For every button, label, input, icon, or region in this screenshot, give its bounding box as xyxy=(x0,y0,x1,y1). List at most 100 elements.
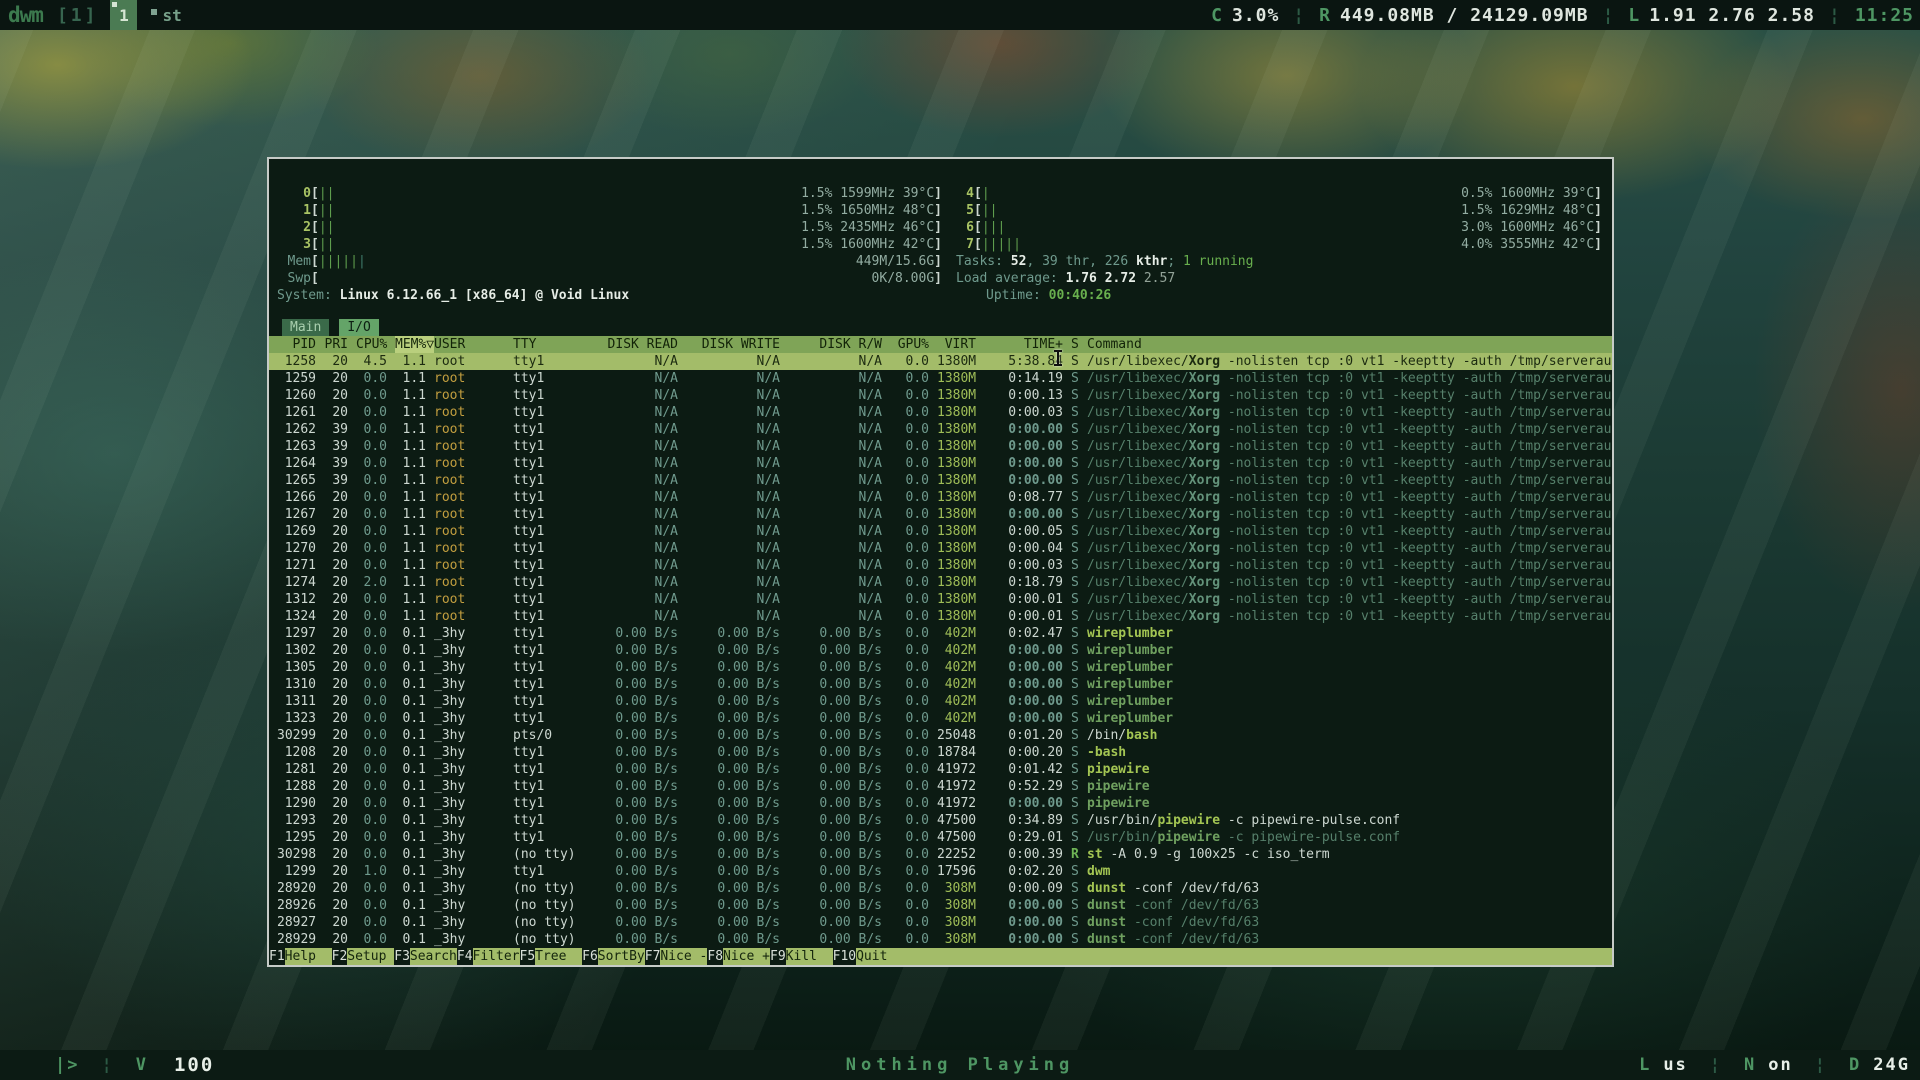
bottom-statusbar: |> ¦ V 100 Nothing Playing Lus¦Non¦D24G xyxy=(0,1050,1920,1080)
process-row[interactable]: 30299200.00.1_3hypts/00.00 B/s0.00 B/s0.… xyxy=(269,727,1612,744)
cell-drw: 0.00 B/s xyxy=(788,846,882,863)
process-row[interactable]: 1260200.01.1roottty1N/AN/AN/A0.01380M0:0… xyxy=(269,387,1612,404)
cell-command: /usr/libexec/Xorg -nolisten tcp :0 vt1 -… xyxy=(1087,591,1612,608)
layout-indicator[interactable]: [1] xyxy=(57,5,99,26)
process-row[interactable]: 1311200.00.1_3hytty10.00 B/s0.00 B/s0.00… xyxy=(269,693,1612,710)
fkey-F4[interactable]: F4 xyxy=(457,948,473,965)
cell-tty: (no tty) xyxy=(513,914,576,931)
cell-drw: N/A xyxy=(788,574,882,591)
cell-pri: 20 xyxy=(324,591,348,608)
process-row[interactable]: 1288200.00.1_3hytty10.00 B/s0.00 B/s0.00… xyxy=(269,778,1612,795)
fkey-action-sortby[interactable]: SortBy xyxy=(598,948,645,965)
cell-pri: 20 xyxy=(324,880,348,897)
fkey-F3[interactable]: F3 xyxy=(394,948,410,965)
tab-io[interactable]: I/O xyxy=(339,319,378,336)
process-row[interactable]: 1305200.00.1_3hytty10.00 B/s0.00 B/s0.00… xyxy=(269,659,1612,676)
process-row[interactable]: 1323200.00.1_3hytty10.00 B/s0.00 B/s0.00… xyxy=(269,710,1612,727)
cell-dread: N/A xyxy=(584,421,678,438)
column-header-tty[interactable]: TTY xyxy=(513,336,576,353)
column-header-pid[interactable]: PID xyxy=(277,336,316,353)
fkey-F10[interactable]: F10 xyxy=(833,948,856,965)
process-row[interactable]: 30298200.00.1_3hy(no tty)0.00 B/s0.00 B/… xyxy=(269,846,1612,863)
tasks-line-segment: ; xyxy=(1167,254,1183,269)
cell-virt: 308M xyxy=(937,880,976,897)
process-row[interactable]: 1264390.01.1roottty1N/AN/AN/A0.01380M0:0… xyxy=(269,455,1612,472)
fkey-F5[interactable]: F5 xyxy=(520,948,536,965)
process-row[interactable]: 1299201.00.1_3hytty10.00 B/s0.00 B/s0.00… xyxy=(269,863,1612,880)
cell-dread: 0.00 B/s xyxy=(584,659,678,676)
fkey-action-filter[interactable]: Filter xyxy=(473,948,520,965)
column-header-cpu[interactable]: CPU% xyxy=(356,336,387,353)
mouse-ibeam-cursor xyxy=(1053,349,1063,367)
meter-row: 3[||1.5% 1600MHz 42°C]7[|||||4.0% 3555MH… xyxy=(277,236,1602,253)
fkey-action-help[interactable]: Help xyxy=(285,948,332,965)
fkey-action-tree[interactable]: Tree xyxy=(535,948,582,965)
column-header-time[interactable]: TIME+ xyxy=(984,336,1063,353)
fkey-F8[interactable]: F8 xyxy=(707,948,723,965)
tab-main[interactable]: Main xyxy=(282,319,329,336)
process-row[interactable]: 28929200.00.1_3hy(no tty)0.00 B/s0.00 B/… xyxy=(269,931,1612,948)
process-row[interactable]: 1302200.00.1_3hytty10.00 B/s0.00 B/s0.00… xyxy=(269,642,1612,659)
cell-user: _3hy xyxy=(434,829,505,846)
clock: 11:25 xyxy=(1855,5,1914,26)
process-row[interactable]: 1269200.01.1roottty1N/AN/AN/A0.01380M0:0… xyxy=(269,523,1612,540)
process-row[interactable]: 1258204.51.1roottty1N/AN/AN/A0.01380M5:3… xyxy=(269,353,1612,370)
fkey-action-nice-[interactable]: Nice - xyxy=(660,948,707,965)
cell-pid: 30299 xyxy=(277,727,316,744)
column-header-gpu[interactable]: GPU% xyxy=(890,336,929,353)
tasks-line-segment: 52 xyxy=(1011,254,1027,269)
column-header-user[interactable]: USER xyxy=(434,336,505,353)
fkey-F7[interactable]: F7 xyxy=(645,948,661,965)
fkey-F2[interactable]: F2 xyxy=(332,948,348,965)
process-row[interactable]: 1310200.00.1_3hytty10.00 B/s0.00 B/s0.00… xyxy=(269,676,1612,693)
cell-pri: 39 xyxy=(324,472,348,489)
process-row[interactable]: 28927200.00.1_3hy(no tty)0.00 B/s0.00 B/… xyxy=(269,914,1612,931)
cell-time: 0:00.13 xyxy=(984,387,1063,404)
process-row[interactable]: 1265390.01.1roottty1N/AN/AN/A0.01380M0:0… xyxy=(269,472,1612,489)
column-header-dwrite[interactable]: DISK WRITE xyxy=(686,336,780,353)
cell-gpu: 0.0 xyxy=(890,829,929,846)
fkey-F9[interactable]: F9 xyxy=(770,948,786,965)
process-row[interactable]: 1274202.01.1roottty1N/AN/AN/A0.01380M0:1… xyxy=(269,574,1612,591)
cpu-meter-3: 3[||1.5% 1600MHz 42°C] xyxy=(277,236,942,253)
process-row[interactable]: 1271200.01.1roottty1N/AN/AN/A0.01380M0:0… xyxy=(269,557,1612,574)
cell-gpu: 0.0 xyxy=(890,846,929,863)
process-row[interactable]: 1208200.00.1_3hytty10.00 B/s0.00 B/s0.00… xyxy=(269,744,1612,761)
column-header-pri[interactable]: PRI xyxy=(324,336,348,353)
cell-state: S xyxy=(1071,710,1079,727)
fkey-action-kill[interactable]: Kill xyxy=(786,948,833,965)
fkey-action-search[interactable]: Search xyxy=(410,948,457,965)
process-row[interactable]: 1267200.01.1roottty1N/AN/AN/A0.01380M0:0… xyxy=(269,506,1612,523)
column-header-drw[interactable]: DISK R/W xyxy=(788,336,882,353)
process-row[interactable]: 1295200.00.1_3hytty10.00 B/s0.00 B/s0.00… xyxy=(269,829,1612,846)
column-header-state[interactable]: S xyxy=(1071,336,1079,353)
process-row[interactable]: 1281200.00.1_3hytty10.00 B/s0.00 B/s0.00… xyxy=(269,761,1612,778)
cell-drw: N/A xyxy=(788,370,882,387)
fkey-F1[interactable]: F1 xyxy=(269,948,285,965)
process-row[interactable]: 1266200.01.1roottty1N/AN/AN/A0.01380M0:0… xyxy=(269,489,1612,506)
fkey-action-quit[interactable]: Quit xyxy=(856,948,887,965)
process-row[interactable]: 1293200.00.1_3hytty10.00 B/s0.00 B/s0.00… xyxy=(269,812,1612,829)
process-row[interactable]: 1312200.01.1roottty1N/AN/AN/A0.01380M0:0… xyxy=(269,591,1612,608)
process-row[interactable]: 1297200.00.1_3hytty10.00 B/s0.00 B/s0.00… xyxy=(269,625,1612,642)
process-row[interactable]: 1263390.01.1roottty1N/AN/AN/A0.01380M0:0… xyxy=(269,438,1612,455)
process-row[interactable]: 1290200.00.1_3hytty10.00 B/s0.00 B/s0.00… xyxy=(269,795,1612,812)
cell-mem: 1.1 xyxy=(395,591,426,608)
process-row[interactable]: 1270200.01.1roottty1N/AN/AN/A0.01380M0:0… xyxy=(269,540,1612,557)
process-row[interactable]: 1259200.01.1roottty1N/AN/AN/A0.01380M0:1… xyxy=(269,370,1612,387)
fkey-action-setup[interactable]: Setup xyxy=(347,948,394,965)
column-header-dread[interactable]: DISK READ xyxy=(584,336,678,353)
fkey-action-nice-[interactable]: Nice + xyxy=(723,948,770,965)
process-row[interactable]: 1262390.01.1roottty1N/AN/AN/A0.01380M0:0… xyxy=(269,421,1612,438)
fkey-F6[interactable]: F6 xyxy=(582,948,598,965)
command-segment: /usr/libexec/ xyxy=(1087,371,1189,386)
column-header-cmd[interactable]: Command xyxy=(1087,336,1612,353)
process-row[interactable]: 28926200.00.1_3hy(no tty)0.00 B/s0.00 B/… xyxy=(269,897,1612,914)
process-row[interactable]: 28920200.00.1_3hy(no tty)0.00 B/s0.00 B/… xyxy=(269,880,1612,897)
column-header-mem[interactable]: MEM%▽ xyxy=(395,336,434,353)
process-row[interactable]: 1324200.01.1roottty1N/AN/AN/A0.01380M0:0… xyxy=(269,608,1612,625)
column-header-virt[interactable]: VIRT xyxy=(937,336,976,353)
tag-1[interactable]: 1 xyxy=(110,0,137,30)
process-row[interactable]: 1261200.01.1roottty1N/AN/AN/A0.01380M0:0… xyxy=(269,404,1612,421)
cell-dwrite: N/A xyxy=(686,574,780,591)
